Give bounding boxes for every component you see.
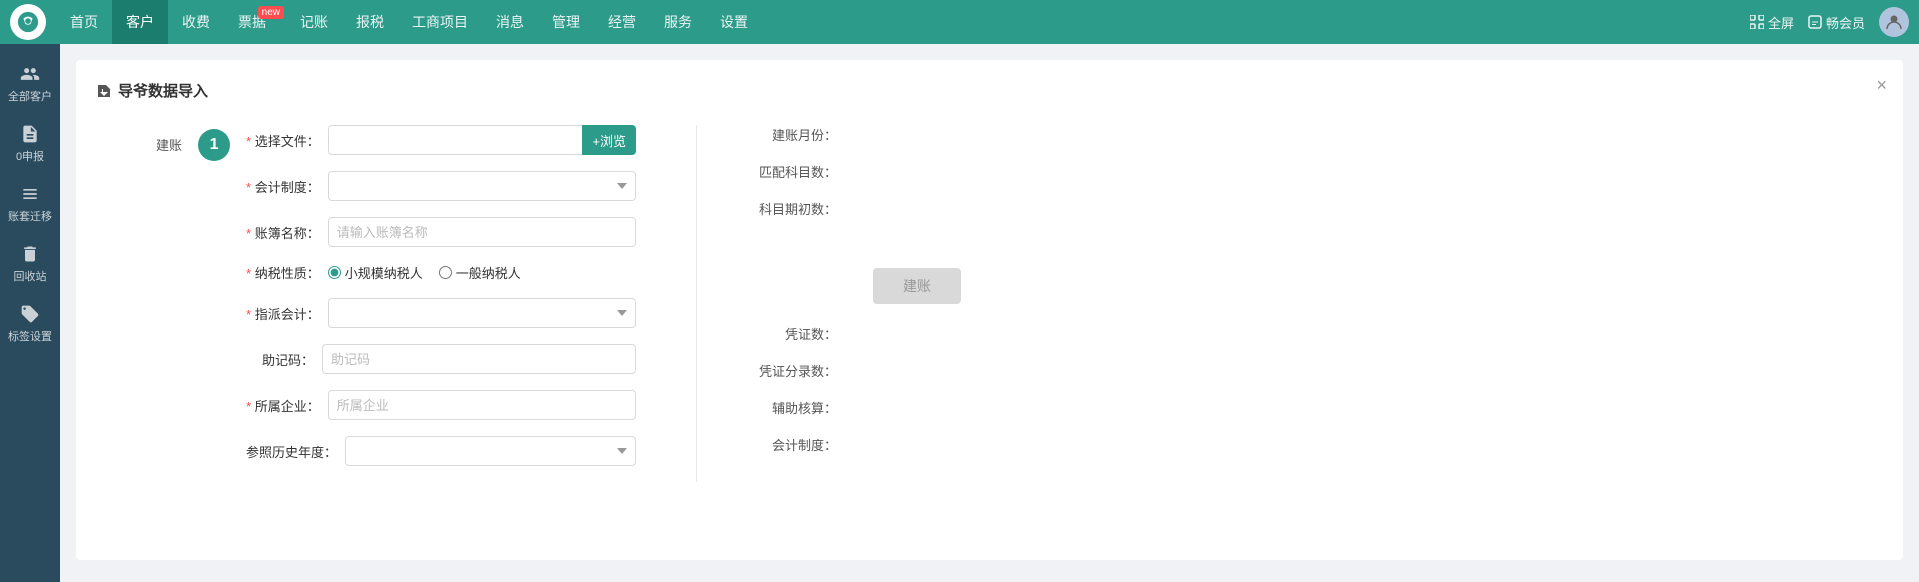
accountant-label: * 指派会计： [246, 304, 320, 323]
tax-label: * 纳税性质： [246, 263, 320, 282]
month-label: 建账月份： [757, 125, 837, 144]
nav-item-customer[interactable]: 客户 [112, 0, 168, 44]
tax-small-text: 小规模纳税人 [345, 263, 423, 282]
nav-right: 全屏 畅会员 [1750, 7, 1909, 37]
sidebar: 全部客户 0申报 账套迁移 回收站 标签设置 [0, 44, 60, 582]
history-year-label: 参照历史年度： [246, 442, 337, 461]
sidebar-item-recycle[interactable]: 回收站 [0, 234, 60, 294]
close-button[interactable]: × [1876, 76, 1887, 94]
invoice-badge: new [258, 6, 284, 19]
right-row-voucher: 凭证数： [757, 324, 1077, 343]
browse-button[interactable]: +浏览 [582, 125, 636, 155]
step-form: * 选择文件： +浏览 * 会计制度： [246, 125, 636, 482]
sidebar-label-recycle: 回收站 [14, 268, 47, 284]
form-row-tax: * 纳税性质： 小规模纳税人 一般纳税人 [246, 263, 636, 282]
form-left: 建账 1 * 选择文件： +浏览 [156, 125, 636, 482]
member-label: 畅会员 [1826, 13, 1865, 32]
right-row-aux: 辅助核算： [757, 398, 1077, 417]
voucher-entries-label: 凭证分录数： [757, 361, 837, 380]
tax-general-label[interactable]: 一般纳税人 [439, 263, 521, 282]
tax-small-radio[interactable] [328, 266, 341, 279]
nav-items: 首页 客户 收费 票据 new 记账 报税 工商项目 消息 管理 经营 服务 设… [56, 0, 1750, 44]
form-row-file: * 选择文件： +浏览 [246, 125, 636, 155]
sidebar-label-all-clients: 全部客户 [8, 88, 52, 104]
step-circle: 1 [198, 129, 230, 161]
step-section: 建账 1 * 选择文件： +浏览 [156, 125, 636, 482]
right-row-month: 建账月份： [757, 125, 1077, 144]
sidebar-label-tag-settings: 标签设置 [8, 328, 52, 344]
file-label: * 选择文件： [246, 131, 320, 150]
sidebar-item-declaration[interactable]: 0申报 [0, 114, 60, 174]
company-label: * 所属企业： [246, 396, 320, 415]
vertical-divider [696, 125, 697, 482]
app-logo [10, 4, 46, 40]
form-row-ledger: * 账簿名称： [246, 217, 636, 247]
panel-title: 导爷数据导入 [96, 80, 1883, 101]
right-row-match: 匹配科目数： [757, 162, 1077, 181]
member-btn[interactable]: 畅会员 [1808, 13, 1865, 32]
nav-item-home[interactable]: 首页 [56, 0, 112, 44]
balance-label: 科目期初数： [757, 199, 837, 218]
history-year-select[interactable] [345, 436, 636, 466]
right-accounting-label: 会计制度： [757, 435, 837, 454]
ledger-label: * 账簿名称： [246, 223, 320, 242]
aux-label: 辅助核算： [757, 398, 837, 417]
fullscreen-btn[interactable]: 全屏 [1750, 13, 1794, 32]
file-input-wrapper: +浏览 [328, 125, 636, 155]
match-label: 匹配科目数： [757, 162, 837, 181]
form-row-history-year: 参照历史年度： [246, 436, 636, 466]
form-container: 建账 1 * 选择文件： +浏览 [96, 125, 1883, 482]
tax-general-text: 一般纳税人 [456, 263, 521, 282]
nav-item-manage[interactable]: 管理 [538, 0, 594, 44]
tax-general-radio[interactable] [439, 266, 452, 279]
sidebar-item-all-clients[interactable]: 全部客户 [0, 54, 60, 114]
right-row-balance: 科目期初数： [757, 199, 1077, 218]
fullscreen-label: 全屏 [1768, 13, 1794, 32]
sidebar-label-declaration: 0申报 [16, 148, 44, 164]
sidebar-label-account-migrate: 账套迁移 [8, 208, 52, 224]
form-right: 建账月份： 匹配科目数： 科目期初数： 建账 [757, 125, 1077, 482]
memo-input[interactable] [322, 344, 636, 374]
accountant-select[interactable] [328, 298, 636, 328]
sidebar-item-tag-settings[interactable]: 标签设置 [0, 294, 60, 354]
memo-label: 助记码： [246, 350, 314, 369]
nav-item-settings[interactable]: 设置 [706, 0, 762, 44]
accounting-label: * 会计制度： [246, 177, 320, 196]
nav-item-message[interactable]: 消息 [482, 0, 538, 44]
right-row-voucher-entries: 凭证分录数： [757, 361, 1077, 380]
user-avatar[interactable] [1879, 7, 1909, 37]
build-button[interactable]: 建账 [873, 268, 961, 304]
tax-small-label[interactable]: 小规模纳税人 [328, 263, 423, 282]
voucher-label: 凭证数： [757, 324, 837, 343]
sidebar-item-account-migrate[interactable]: 账套迁移 [0, 174, 60, 234]
form-row-company: * 所属企业： [246, 390, 636, 420]
form-row-accountant: * 指派会计： [246, 298, 636, 328]
ledger-input[interactable] [328, 217, 636, 247]
nav-item-operation[interactable]: 经营 [594, 0, 650, 44]
content-area: 导爷数据导入 × 建账 1 * 选择文件： [60, 44, 1919, 582]
step-label: 建账 [156, 125, 182, 154]
nav-item-commerce[interactable]: 工商项目 [398, 0, 482, 44]
accounting-select[interactable] [328, 171, 636, 201]
panel-title-text: 导爷数据导入 [118, 80, 208, 101]
tax-radio-group: 小规模纳税人 一般纳税人 [328, 263, 521, 282]
nav-item-fee[interactable]: 收费 [168, 0, 224, 44]
main-layout: 全部客户 0申报 账套迁移 回收站 标签设置 导爷数据导入 × [0, 44, 1919, 582]
nav-item-account[interactable]: 记账 [286, 0, 342, 44]
right-row-accounting-system: 会计制度： [757, 435, 1077, 454]
main-panel: 导爷数据导入 × 建账 1 * 选择文件： [76, 60, 1903, 560]
nav-item-invoice[interactable]: 票据 new [224, 0, 286, 44]
file-input[interactable] [328, 125, 583, 155]
nav-item-tax[interactable]: 报税 [342, 0, 398, 44]
form-row-memo: 助记码： [246, 344, 636, 374]
nav-item-service[interactable]: 服务 [650, 0, 706, 44]
company-input[interactable] [328, 390, 636, 420]
form-row-accounting: * 会计制度： [246, 171, 636, 201]
top-nav: 首页 客户 收费 票据 new 记账 报税 工商项目 消息 管理 经营 服务 设… [0, 0, 1919, 44]
